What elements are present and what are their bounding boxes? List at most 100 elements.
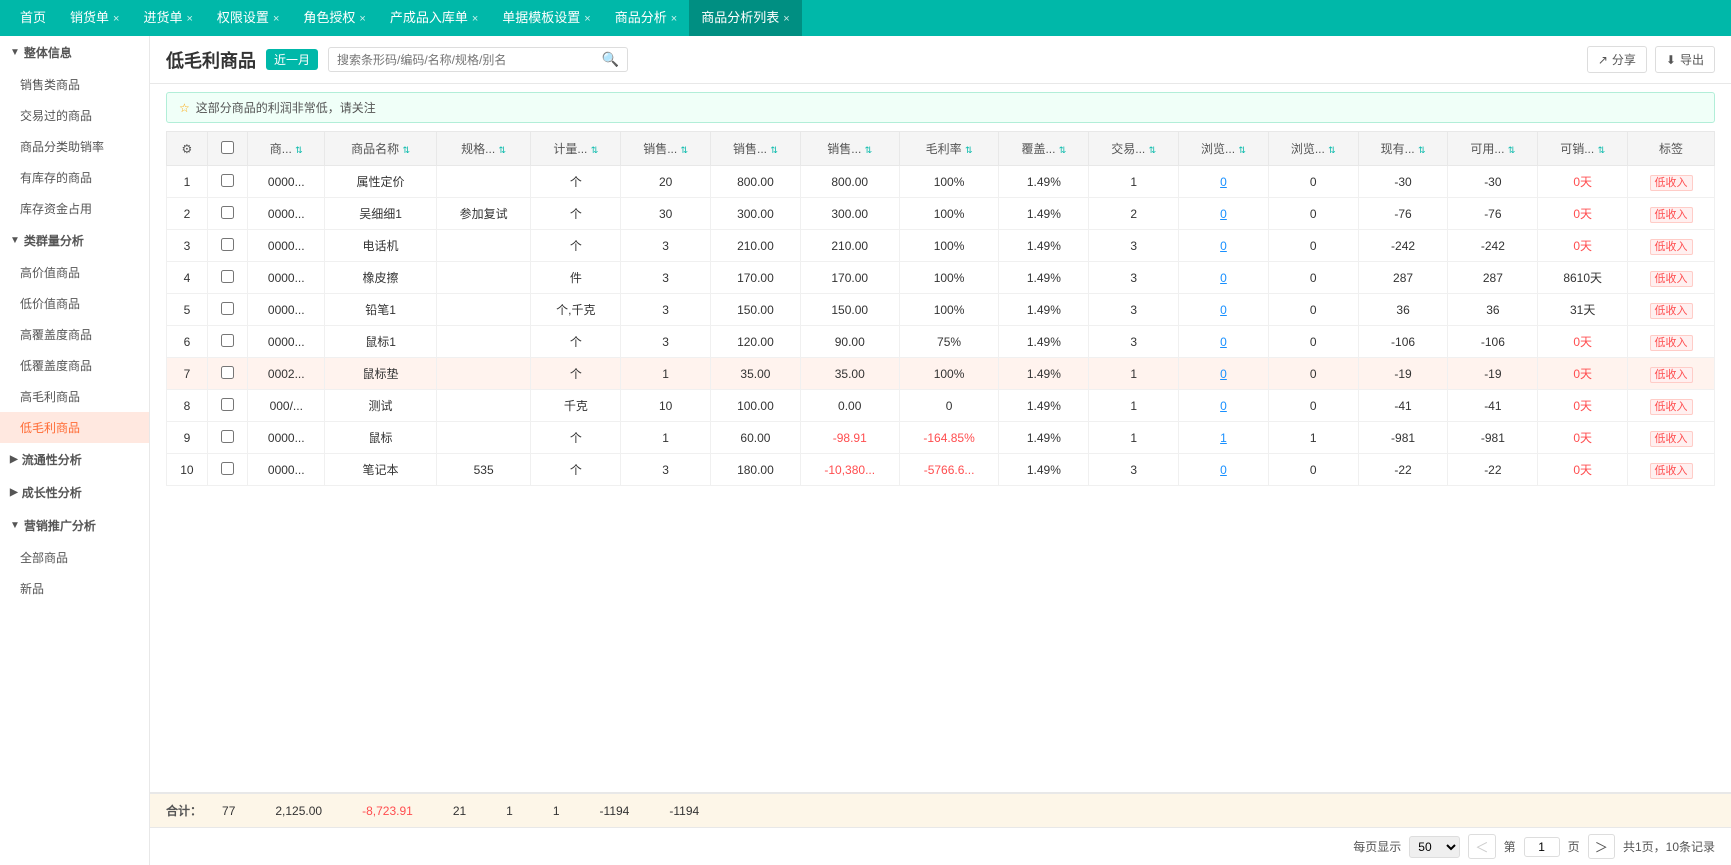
cell-views1[interactable]: 0 <box>1179 390 1269 422</box>
cell-views1[interactable]: 0 <box>1179 294 1269 326</box>
views-link[interactable]: 0 <box>1220 399 1227 413</box>
nav-item-4[interactable]: 角色授权× <box>291 0 377 36</box>
nav-close-icon-2[interactable]: × <box>186 13 192 25</box>
share-button[interactable]: ↗ 分享 <box>1587 46 1647 73</box>
sidebar-group-4[interactable]: ▼营销推广分析 <box>0 509 149 542</box>
nav-item-2[interactable]: 进货单× <box>131 0 204 36</box>
cell-tag[interactable]: 低收入 <box>1628 358 1715 390</box>
sort-icon[interactable]: ⇅ <box>1328 145 1336 155</box>
sidebar-item-1-3[interactable]: 低覆盖度商品 <box>0 350 149 381</box>
sidebar-item-0-4[interactable]: 库存资金占用 <box>0 193 149 224</box>
nav-item-1[interactable]: 销货单× <box>58 0 131 36</box>
cell-views1[interactable]: 0 <box>1179 230 1269 262</box>
cell-tag[interactable]: 低收入 <box>1628 166 1715 198</box>
sidebar-item-1-4[interactable]: 高毛利商品 <box>0 381 149 412</box>
cell-tag[interactable]: 低收入 <box>1628 198 1715 230</box>
cell-views1[interactable]: 1 <box>1179 422 1269 454</box>
page-input[interactable] <box>1524 837 1560 857</box>
row-checkbox[interactable] <box>221 366 234 379</box>
export-button[interactable]: ⬇ 导出 <box>1655 46 1715 73</box>
nav-item-3[interactable]: 权限设置× <box>205 0 291 36</box>
views-link[interactable]: 0 <box>1220 175 1227 189</box>
row-checkbox[interactable] <box>221 174 234 187</box>
sidebar-item-1-5[interactable]: 低毛利商品 <box>0 412 149 443</box>
sort-icon[interactable]: ⇅ <box>1238 145 1246 155</box>
row-checkbox[interactable] <box>221 302 234 315</box>
cell-views1[interactable]: 0 <box>1179 262 1269 294</box>
sort-icon[interactable]: ⇅ <box>1059 145 1067 155</box>
sidebar-item-1-2[interactable]: 高覆盖度商品 <box>0 319 149 350</box>
sort-icon[interactable]: ⇅ <box>1598 145 1606 155</box>
col-settings[interactable]: ⚙ <box>167 132 208 166</box>
table-area[interactable]: ⚙ 商... ⇅ 商品名称 ⇅ 规格... ⇅ 计量... ⇅ 销售... ⇅ … <box>150 131 1731 792</box>
sort-icon[interactable]: ⇅ <box>965 145 973 155</box>
sort-icon[interactable]: ⇅ <box>1418 145 1426 155</box>
sidebar-item-0-2[interactable]: 商品分类助销率 <box>0 131 149 162</box>
cell-views1[interactable]: 0 <box>1179 326 1269 358</box>
cell-views1[interactable]: 0 <box>1179 454 1269 486</box>
col-checkbox[interactable] <box>207 132 247 166</box>
sidebar-group-1[interactable]: ▼类群量分析 <box>0 224 149 257</box>
row-checkbox[interactable] <box>221 334 234 347</box>
sidebar-item-0-1[interactable]: 交易过的商品 <box>0 100 149 131</box>
row-checkbox[interactable] <box>221 238 234 251</box>
sort-icon[interactable]: ⇅ <box>1149 145 1157 155</box>
sort-icon[interactable]: ⇅ <box>402 145 410 155</box>
nav-close-icon-8[interactable]: × <box>783 13 789 25</box>
nav-close-icon-5[interactable]: × <box>472 13 478 25</box>
views-link[interactable]: 0 <box>1220 367 1227 381</box>
views-link[interactable]: 0 <box>1220 303 1227 317</box>
sort-icon[interactable]: ⇅ <box>499 145 507 155</box>
next-page-button[interactable]: ＞ <box>1588 834 1615 859</box>
nav-close-icon-6[interactable]: × <box>584 13 590 25</box>
views-link[interactable]: 0 <box>1220 239 1227 253</box>
views-link[interactable]: 1 <box>1220 431 1227 445</box>
nav-close-icon-7[interactable]: × <box>671 13 677 25</box>
cell-tag[interactable]: 低收入 <box>1628 230 1715 262</box>
nav-close-icon-4[interactable]: × <box>359 13 365 25</box>
sidebar-group-0[interactable]: ▼整体信息 <box>0 36 149 69</box>
cell-views1[interactable]: 0 <box>1179 198 1269 230</box>
sidebar-group-3[interactable]: ▶成长性分析 <box>0 476 149 509</box>
sidebar-item-1-1[interactable]: 低价值商品 <box>0 288 149 319</box>
sidebar-item-4-1[interactable]: 新品 <box>0 573 149 604</box>
nav-close-icon-1[interactable]: × <box>113 13 119 25</box>
nav-item-5[interactable]: 产成品入库单× <box>378 0 490 36</box>
search-input[interactable] <box>337 53 602 67</box>
nav-item-7[interactable]: 商品分析× <box>603 0 689 36</box>
cell-tag[interactable]: 低收入 <box>1628 294 1715 326</box>
row-checkbox[interactable] <box>221 462 234 475</box>
prev-page-button[interactable]: ＜ <box>1468 834 1495 859</box>
views-link[interactable]: 0 <box>1220 335 1227 349</box>
sidebar-item-0-3[interactable]: 有库存的商品 <box>0 162 149 193</box>
cell-views1[interactable]: 0 <box>1179 358 1269 390</box>
cell-tag[interactable]: 低收入 <box>1628 454 1715 486</box>
row-checkbox[interactable] <box>221 398 234 411</box>
page-size-select[interactable]: 50 100 <box>1409 836 1460 858</box>
sort-icon[interactable]: ⇅ <box>1508 145 1516 155</box>
row-checkbox[interactable] <box>221 270 234 283</box>
time-filter-button[interactable]: 近一月 <box>266 49 318 70</box>
views-link[interactable]: 0 <box>1220 207 1227 221</box>
sidebar-item-1-0[interactable]: 高价值商品 <box>0 257 149 288</box>
cell-tag[interactable]: 低收入 <box>1628 422 1715 454</box>
sort-icon[interactable]: ⇅ <box>681 145 689 155</box>
sort-icon[interactable]: ⇅ <box>770 145 778 155</box>
nav-item-0[interactable]: 首页 <box>8 0 58 36</box>
row-checkbox[interactable] <box>221 430 234 443</box>
sort-icon[interactable]: ⇅ <box>591 145 599 155</box>
select-all-checkbox[interactable] <box>221 141 234 154</box>
nav-item-6[interactable]: 单据模板设置× <box>490 0 602 36</box>
cell-views1[interactable]: 0 <box>1179 166 1269 198</box>
views-link[interactable]: 0 <box>1220 271 1227 285</box>
nav-close-icon-3[interactable]: × <box>273 13 279 25</box>
views-link[interactable]: 0 <box>1220 463 1227 477</box>
sidebar-item-4-0[interactable]: 全部商品 <box>0 542 149 573</box>
sidebar-group-2[interactable]: ▶流通性分析 <box>0 443 149 476</box>
cell-tag[interactable]: 低收入 <box>1628 262 1715 294</box>
cell-tag[interactable]: 低收入 <box>1628 326 1715 358</box>
nav-item-8[interactable]: 商品分析列表× <box>689 0 801 36</box>
row-checkbox[interactable] <box>221 206 234 219</box>
sort-icon[interactable]: ⇅ <box>865 145 873 155</box>
sort-icon[interactable]: ⇅ <box>295 145 303 155</box>
